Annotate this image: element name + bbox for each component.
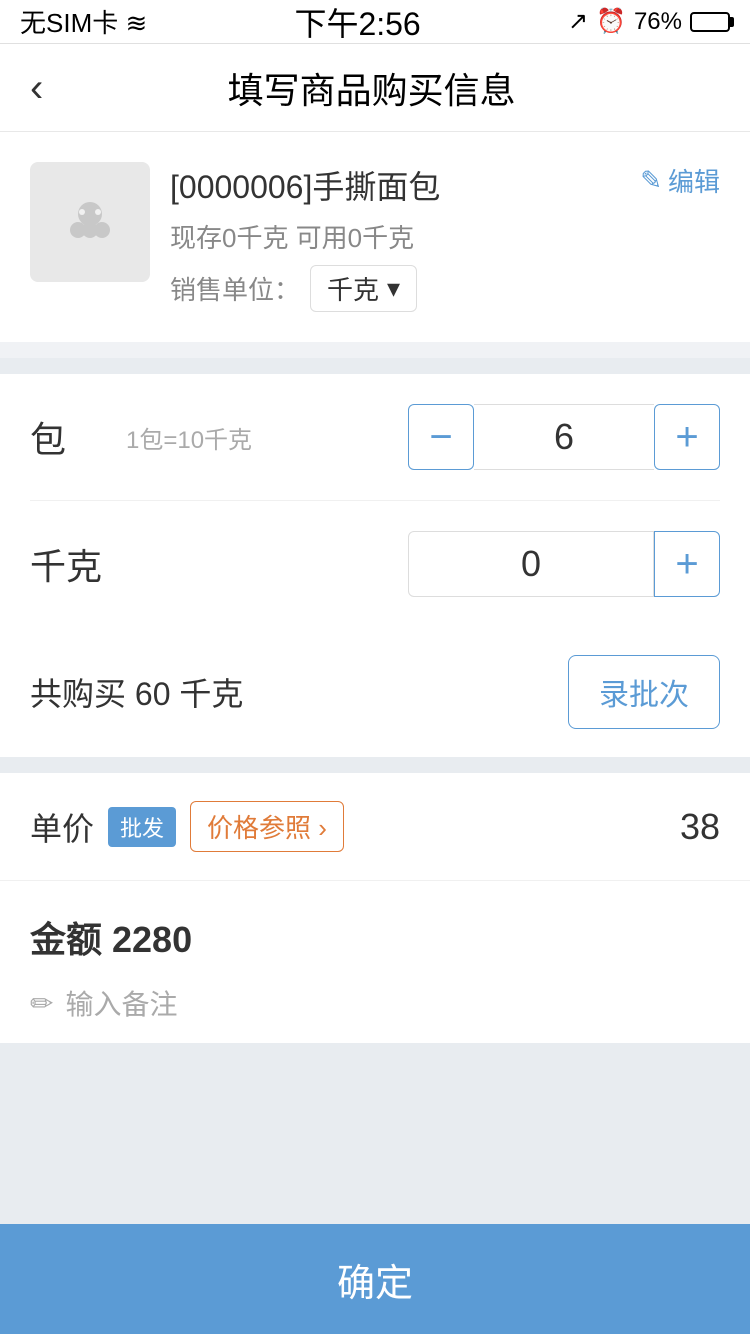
note-placeholder: 输入备注 [65, 983, 177, 1023]
package-label: 包 [30, 411, 110, 463]
status-left: 无SIM卡 ≋ [20, 3, 147, 40]
status-right: ↗ ⏰ 76% [568, 7, 730, 36]
product-image [30, 162, 150, 282]
unit-label: 销售单位： [170, 270, 300, 307]
unit-select[interactable]: 千克 ▾ [310, 265, 417, 312]
location-icon: ↗ [568, 7, 588, 36]
kg-input[interactable] [408, 531, 654, 597]
back-button[interactable]: ‹ [30, 68, 43, 108]
product-info: [0000006]手撕面包 现存0千克 可用0千克 销售单位： 千克 ▾ [170, 162, 620, 312]
edit-icon: ✎ [640, 165, 662, 196]
quantity-section: 包 1包=10千克 − + 千克 + [0, 374, 750, 627]
price-left: 单价 批发 价格参照 › [30, 801, 344, 852]
total-label: 共购买 60 千克 [30, 669, 243, 715]
status-time: 下午2:56 [294, 0, 420, 45]
package-decrement-button[interactable]: − [408, 404, 474, 470]
product-unit: 销售单位： 千克 ▾ [170, 265, 620, 312]
product-stock: 现存0千克 可用0千克 [170, 218, 620, 255]
battery-percent: 76% [634, 8, 682, 36]
package-input[interactable] [474, 404, 654, 470]
alarm-icon: ⏰ [596, 7, 626, 36]
product-name: [0000006]手撕面包 [170, 162, 620, 208]
separator-1 [0, 358, 750, 374]
price-section: 单价 批发 价格参照 › 38 [0, 773, 750, 881]
wholesale-tag: 批发 [108, 807, 176, 847]
nav-bar: ‹ 填写商品购买信息 [0, 44, 750, 132]
amount-row: 金额 2280 [30, 911, 720, 963]
package-quantity-control: − + [408, 404, 720, 470]
amount-section: 金额 2280 ✏ 输入备注 [0, 881, 750, 1043]
package-row: 包 1包=10千克 − + [30, 374, 720, 501]
price-label: 单价 [30, 804, 94, 850]
note-row[interactable]: ✏ 输入备注 [30, 983, 720, 1023]
kg-label: 千克 [30, 538, 110, 590]
batch-button[interactable]: 录批次 [568, 655, 720, 729]
package-hint: 1包=10千克 [126, 420, 408, 455]
separator-2 [0, 757, 750, 773]
confirm-button[interactable]: 确定 [0, 1224, 750, 1334]
price-reference-button[interactable]: 价格参照 › [190, 801, 344, 852]
kg-quantity-control: + [408, 531, 720, 597]
note-icon: ✏ [30, 987, 53, 1020]
amount-value: 2280 [112, 919, 192, 960]
edit-button[interactable]: ✎ 编辑 [640, 162, 720, 199]
content-spacer [0, 1043, 750, 1224]
product-card: [0000006]手撕面包 现存0千克 可用0千克 销售单位： 千克 ▾ ✎ 编… [0, 132, 750, 342]
amount-label: 金额 [30, 919, 112, 960]
page-title: 填写商品购买信息 [63, 62, 680, 114]
product-thumbnail-icon [60, 192, 120, 252]
price-value: 38 [680, 806, 720, 848]
kg-row: 千克 + [30, 501, 720, 627]
battery-icon [690, 12, 730, 32]
total-row: 共购买 60 千克 录批次 [0, 627, 750, 757]
kg-increment-button[interactable]: + [654, 531, 720, 597]
status-bar: 无SIM卡 ≋ 下午2:56 ↗ ⏰ 76% [0, 0, 750, 44]
package-increment-button[interactable]: + [654, 404, 720, 470]
